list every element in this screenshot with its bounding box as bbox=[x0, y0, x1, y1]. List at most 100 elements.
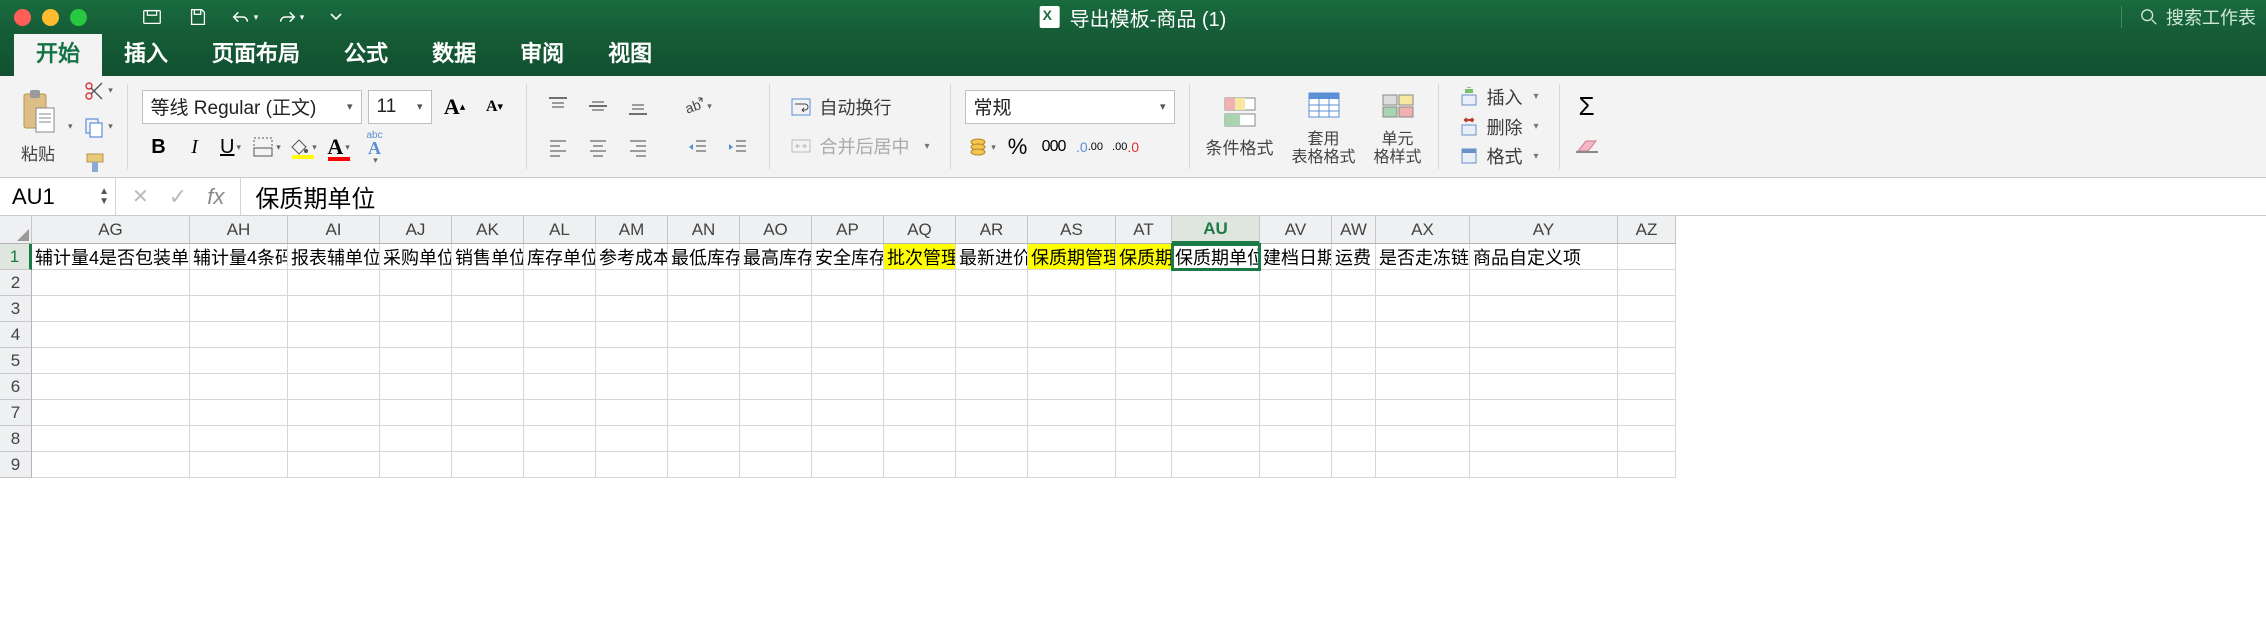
row-header-7[interactable]: 7 bbox=[0, 400, 32, 426]
cell-AM9[interactable] bbox=[596, 452, 668, 478]
cell-AX2[interactable] bbox=[1376, 270, 1470, 296]
cell-AZ9[interactable] bbox=[1618, 452, 1676, 478]
orientation-button[interactable]: ab▾ bbox=[681, 90, 715, 122]
cell-AP8[interactable] bbox=[812, 426, 884, 452]
cell-AR2[interactable] bbox=[956, 270, 1028, 296]
column-header-AI[interactable]: AI bbox=[288, 216, 380, 244]
cell-AK1[interactable]: 销售单位 bbox=[452, 244, 524, 270]
cell-AP2[interactable] bbox=[812, 270, 884, 296]
cell-AQ6[interactable] bbox=[884, 374, 956, 400]
tab-insert[interactable]: 插入 bbox=[102, 30, 190, 76]
cell-AH1[interactable]: 辅计量4条码 bbox=[190, 244, 288, 270]
cell-AQ2[interactable] bbox=[884, 270, 956, 296]
cell-AY3[interactable] bbox=[1470, 296, 1618, 322]
cell-AG4[interactable] bbox=[32, 322, 190, 348]
cell-AN3[interactable] bbox=[668, 296, 740, 322]
name-box-stepper[interactable]: ▲▼ bbox=[99, 187, 109, 207]
cell-AS1[interactable]: 保质期管理 bbox=[1028, 244, 1116, 270]
cell-AG2[interactable] bbox=[32, 270, 190, 296]
cell-AW6[interactable] bbox=[1332, 374, 1376, 400]
cell-AR9[interactable] bbox=[956, 452, 1028, 478]
cell-AY4[interactable] bbox=[1470, 322, 1618, 348]
cell-AU9[interactable] bbox=[1172, 452, 1260, 478]
cell-AK2[interactable] bbox=[452, 270, 524, 296]
cell-AI6[interactable] bbox=[288, 374, 380, 400]
cell-AI4[interactable] bbox=[288, 322, 380, 348]
underline-button[interactable]: U▾ bbox=[214, 131, 248, 163]
column-header-AX[interactable]: AX bbox=[1376, 216, 1470, 244]
font-size-combo[interactable]: 11▾ bbox=[368, 90, 432, 124]
cell-AG9[interactable] bbox=[32, 452, 190, 478]
cell-AS5[interactable] bbox=[1028, 348, 1116, 374]
cell-AG6[interactable] bbox=[32, 374, 190, 400]
row-header-4[interactable]: 4 bbox=[0, 322, 32, 348]
cell-AY1[interactable]: 商品自定义项 bbox=[1470, 244, 1618, 270]
cell-AT2[interactable] bbox=[1116, 270, 1172, 296]
cell-AX7[interactable] bbox=[1376, 400, 1470, 426]
cut-button[interactable]: ▾ bbox=[81, 75, 115, 107]
cell-AL1[interactable]: 库存单位 bbox=[524, 244, 596, 270]
cell-AV9[interactable] bbox=[1260, 452, 1332, 478]
cell-AP6[interactable] bbox=[812, 374, 884, 400]
cell-AO6[interactable] bbox=[740, 374, 812, 400]
cell-AK8[interactable] bbox=[452, 426, 524, 452]
cell-AM4[interactable] bbox=[596, 322, 668, 348]
column-header-AU[interactable]: AU bbox=[1172, 216, 1260, 244]
cell-AO2[interactable] bbox=[740, 270, 812, 296]
cell-AP4[interactable] bbox=[812, 322, 884, 348]
cell-AY9[interactable] bbox=[1470, 452, 1618, 478]
column-header-AW[interactable]: AW bbox=[1332, 216, 1376, 244]
row-header-6[interactable]: 6 bbox=[0, 374, 32, 400]
align-center[interactable] bbox=[581, 131, 615, 163]
cell-AY2[interactable] bbox=[1470, 270, 1618, 296]
cell-AV2[interactable] bbox=[1260, 270, 1332, 296]
cell-AW5[interactable] bbox=[1332, 348, 1376, 374]
column-header-AY[interactable]: AY bbox=[1470, 216, 1618, 244]
tab-formulas[interactable]: 公式 bbox=[322, 30, 410, 76]
cell-AT1[interactable]: 保质期 bbox=[1116, 244, 1172, 270]
select-all-corner[interactable] bbox=[0, 216, 32, 244]
cell-AL9[interactable] bbox=[524, 452, 596, 478]
cell-AR6[interactable] bbox=[956, 374, 1028, 400]
column-header-AK[interactable]: AK bbox=[452, 216, 524, 244]
cell-AX9[interactable] bbox=[1376, 452, 1470, 478]
cell-AL2[interactable] bbox=[524, 270, 596, 296]
cell-AQ3[interactable] bbox=[884, 296, 956, 322]
insert-cells[interactable]: 插入▾ bbox=[1453, 82, 1545, 112]
cell-AU1[interactable]: 保质期单位 bbox=[1172, 244, 1260, 270]
cell-AV6[interactable] bbox=[1260, 374, 1332, 400]
decrease-indent[interactable] bbox=[681, 131, 715, 163]
cell-AT5[interactable] bbox=[1116, 348, 1172, 374]
cell-AN4[interactable] bbox=[668, 322, 740, 348]
cell-AJ9[interactable] bbox=[380, 452, 452, 478]
cell-AL7[interactable] bbox=[524, 400, 596, 426]
cell-AL8[interactable] bbox=[524, 426, 596, 452]
cell-AL4[interactable] bbox=[524, 322, 596, 348]
currency-button[interactable]: ▾ bbox=[965, 131, 999, 163]
zoom-window[interactable] bbox=[70, 9, 87, 26]
cell-AP5[interactable] bbox=[812, 348, 884, 374]
merge-center-button[interactable]: 合并后居中 ▾ bbox=[784, 131, 936, 161]
cell-AI8[interactable] bbox=[288, 426, 380, 452]
cell-AU5[interactable] bbox=[1172, 348, 1260, 374]
cell-AN9[interactable] bbox=[668, 452, 740, 478]
cell-AN5[interactable] bbox=[668, 348, 740, 374]
cell-AM6[interactable] bbox=[596, 374, 668, 400]
cell-AK5[interactable] bbox=[452, 348, 524, 374]
delete-cells[interactable]: 删除▾ bbox=[1453, 112, 1545, 142]
cell-AU4[interactable] bbox=[1172, 322, 1260, 348]
cell-AH4[interactable] bbox=[190, 322, 288, 348]
cell-AX1[interactable]: 是否走冻链 bbox=[1376, 244, 1470, 270]
cell-AQ8[interactable] bbox=[884, 426, 956, 452]
cell-AG1[interactable]: 辅计量4是否包装单位 bbox=[32, 244, 190, 270]
cell-AT6[interactable] bbox=[1116, 374, 1172, 400]
save-button[interactable] bbox=[175, 0, 221, 34]
phonetic-guide-button[interactable]: abcA▾ bbox=[358, 131, 392, 163]
cell-AN7[interactable] bbox=[668, 400, 740, 426]
column-header-AP[interactable]: AP bbox=[812, 216, 884, 244]
undo-button[interactable]: ▾ bbox=[221, 0, 267, 34]
cell-AX4[interactable] bbox=[1376, 322, 1470, 348]
formula-input[interactable]: 保质期单位 bbox=[241, 178, 2266, 215]
cancel-formula[interactable]: ✕ bbox=[132, 184, 149, 209]
accept-formula[interactable]: ✓ bbox=[169, 184, 187, 210]
